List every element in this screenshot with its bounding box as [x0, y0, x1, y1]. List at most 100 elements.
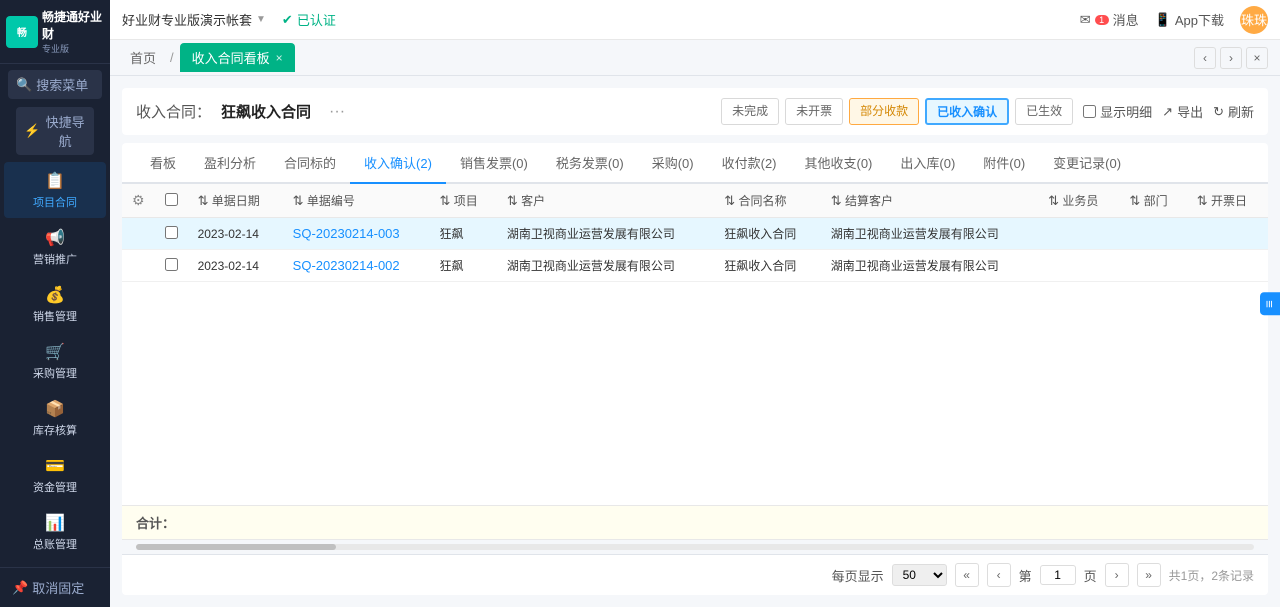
- purchase-icon: 🛒: [44, 341, 66, 363]
- tab-income-confirm[interactable]: 收入确认(2): [350, 143, 446, 184]
- tab-dashboard[interactable]: 看板: [136, 143, 190, 184]
- per-page-label: 每页显示: [832, 566, 884, 585]
- tab-next-button[interactable]: ›: [1220, 47, 1242, 69]
- quick-nav-area: ⚡ 快捷导航: [0, 105, 110, 161]
- company-selector[interactable]: 好业财专业版演示帐套 ▼: [122, 10, 266, 29]
- tab-change-log[interactable]: 变更记录(0): [1039, 143, 1135, 184]
- tab-prev-button[interactable]: ‹: [1194, 47, 1216, 69]
- search-menu-button[interactable]: 🔍 搜索菜单: [8, 70, 102, 99]
- active-tab[interactable]: 收入合同看板 ×: [180, 43, 295, 72]
- active-tab-label: 收入合同看板: [192, 48, 270, 67]
- sidebar-item-purchase-label: 采购管理: [33, 365, 77, 381]
- per-page-select[interactable]: 20 50 100: [892, 564, 947, 586]
- sort-icon: ⇅: [293, 193, 304, 208]
- status-incomplete[interactable]: 未完成: [721, 98, 779, 125]
- col-open-date-header[interactable]: ⇅ 开票日: [1187, 184, 1268, 218]
- row-date-1: 2023-02-14: [188, 250, 283, 282]
- next-page-button[interactable]: ›: [1105, 563, 1129, 587]
- sidebar-item-general[interactable]: 📊 总账管理: [4, 504, 106, 560]
- col-end-customer-header[interactable]: ⇅ 结算客户: [821, 184, 1038, 218]
- col-date-header[interactable]: ⇅ 单据日期: [188, 184, 283, 218]
- show-detail-label: 显示明细: [1100, 102, 1152, 121]
- row-checkbox-0[interactable]: [155, 218, 188, 250]
- app-logo-icon: 畅: [6, 16, 38, 48]
- right-panel-icon[interactable]: ≡: [1260, 292, 1280, 316]
- export-button[interactable]: ↗ 导出: [1162, 102, 1203, 121]
- content-area: 收入合同： 狂飙收入合同 ··· 未完成 未开票 部分收款 已收入确认 已生效 …: [110, 76, 1280, 607]
- tab-close-button[interactable]: ×: [1246, 47, 1268, 69]
- last-page-button[interactable]: »: [1137, 563, 1161, 587]
- search-icon: 🔍: [16, 77, 32, 93]
- table-container[interactable]: ⚙ ⇅ 单据日期 ⇅ 单据编号 ⇅ 项目 ⇅ 客户 ⇅ 合同名称 ⇅: [122, 184, 1268, 505]
- sidebar-item-capital[interactable]: 💳 资金管理: [4, 447, 106, 503]
- sort-icon: ⇅: [1129, 193, 1140, 208]
- message-action[interactable]: ✉ 1 消息: [1080, 10, 1139, 29]
- first-page-button[interactable]: «: [955, 563, 979, 587]
- scrollbar-thumb[interactable]: [136, 544, 336, 550]
- row-salesperson-1: [1038, 250, 1119, 282]
- row-number-1[interactable]: SQ-20230214-002: [283, 250, 430, 282]
- sidebar-item-marketing[interactable]: 📢 营销推广: [4, 219, 106, 275]
- prev-page-button[interactable]: ‹: [987, 563, 1011, 587]
- row-number-link-1[interactable]: SQ-20230214-002: [293, 258, 400, 273]
- row-checkbox-1[interactable]: [155, 250, 188, 282]
- row-check-input-1[interactable]: [165, 258, 178, 271]
- col-setting-header[interactable]: ⚙: [122, 184, 155, 218]
- settings-icon[interactable]: ⚙: [132, 192, 145, 208]
- tab-other-income[interactable]: 其他收支(0): [791, 143, 887, 184]
- col-customer-header[interactable]: ⇅ 客户: [497, 184, 714, 218]
- status-active[interactable]: 已生效: [1015, 98, 1073, 125]
- tab-sales-invoice[interactable]: 销售发票(0): [446, 143, 542, 184]
- quick-nav-button[interactable]: ⚡ 快捷导航: [16, 107, 94, 155]
- table-row[interactable]: 2023-02-14 SQ-20230214-002 狂飙 湖南卫视商业运营发展…: [122, 250, 1268, 282]
- app-download-action[interactable]: 📱 App下载: [1155, 10, 1224, 29]
- tab-tax-invoice[interactable]: 税务发票(0): [542, 143, 638, 184]
- unpin-button[interactable]: 📌 取消固定: [8, 574, 102, 601]
- sidebar-item-sales[interactable]: 💰 销售管理: [4, 276, 106, 332]
- table-row[interactable]: 2023-02-14 SQ-20230214-003 狂飙 湖南卫视商业运营发展…: [122, 218, 1268, 250]
- col-salesperson-header[interactable]: ⇅ 业务员: [1038, 184, 1119, 218]
- show-detail-input[interactable]: [1083, 105, 1096, 118]
- status-uninvoiced[interactable]: 未开票: [785, 98, 843, 125]
- col-department-header[interactable]: ⇅ 部门: [1119, 184, 1186, 218]
- col-project-header[interactable]: ⇅ 项目: [430, 184, 497, 218]
- sidebar-item-inventory[interactable]: 📦 库存核算: [4, 390, 106, 446]
- scrollbar-track[interactable]: [136, 544, 1254, 550]
- sidebar-item-marketing-label: 营销推广: [33, 251, 77, 267]
- table-wrap: ⚙ ⇅ 单据日期 ⇅ 单据编号 ⇅ 项目 ⇅ 客户 ⇅ 合同名称 ⇅: [122, 184, 1268, 595]
- col-checkbox-header[interactable]: [155, 184, 188, 218]
- row-date-0: 2023-02-14: [188, 218, 283, 250]
- sidebar-item-purchase[interactable]: 🛒 采购管理: [4, 333, 106, 389]
- sidebar-item-project-label: 项目合同: [33, 194, 77, 210]
- row-number-link-0[interactable]: SQ-20230214-003: [293, 226, 400, 241]
- sidebar-item-capital-label: 资金管理: [33, 479, 77, 495]
- col-contract-header[interactable]: ⇅ 合同名称: [714, 184, 820, 218]
- tab-contract-targets[interactable]: 合同标的: [270, 143, 350, 184]
- row-number-0[interactable]: SQ-20230214-003: [283, 218, 430, 250]
- select-all-checkbox[interactable]: [165, 193, 178, 206]
- scrollbar-area[interactable]: [122, 539, 1268, 554]
- sidebar-item-project[interactable]: 📋 项目合同: [4, 162, 106, 218]
- sidebar-logo-text: 畅捷通好业财 专业版: [42, 8, 104, 55]
- unpin-label: 取消固定: [32, 578, 84, 597]
- page-input[interactable]: [1040, 565, 1076, 585]
- row-check-input-0[interactable]: [165, 226, 178, 239]
- app-download-label: App下载: [1175, 10, 1224, 29]
- tab-attachment[interactable]: 附件(0): [969, 143, 1039, 184]
- col-number-header[interactable]: ⇅ 单据编号: [283, 184, 430, 218]
- capital-icon: 💳: [44, 455, 66, 477]
- tabbar-home[interactable]: 首页: [122, 48, 164, 67]
- row-salesperson-0: [1038, 218, 1119, 250]
- sidebar-item-inventory-label: 库存核算: [33, 422, 77, 438]
- tab-profit[interactable]: 盈利分析: [190, 143, 270, 184]
- tab-payment[interactable]: 收付款(2): [708, 143, 791, 184]
- contract-more-button[interactable]: ···: [329, 103, 345, 121]
- refresh-button[interactable]: ↻ 刷新: [1213, 102, 1254, 121]
- status-confirmed[interactable]: 已收入确认: [925, 98, 1009, 125]
- show-detail-checkbox[interactable]: 显示明细: [1083, 102, 1152, 121]
- status-partial[interactable]: 部分收款: [849, 98, 919, 125]
- avatar[interactable]: 珠珠: [1240, 6, 1268, 34]
- tab-warehouse[interactable]: 出入库(0): [886, 143, 969, 184]
- tab-close-icon[interactable]: ×: [276, 51, 283, 65]
- tab-purchase[interactable]: 采购(0): [638, 143, 708, 184]
